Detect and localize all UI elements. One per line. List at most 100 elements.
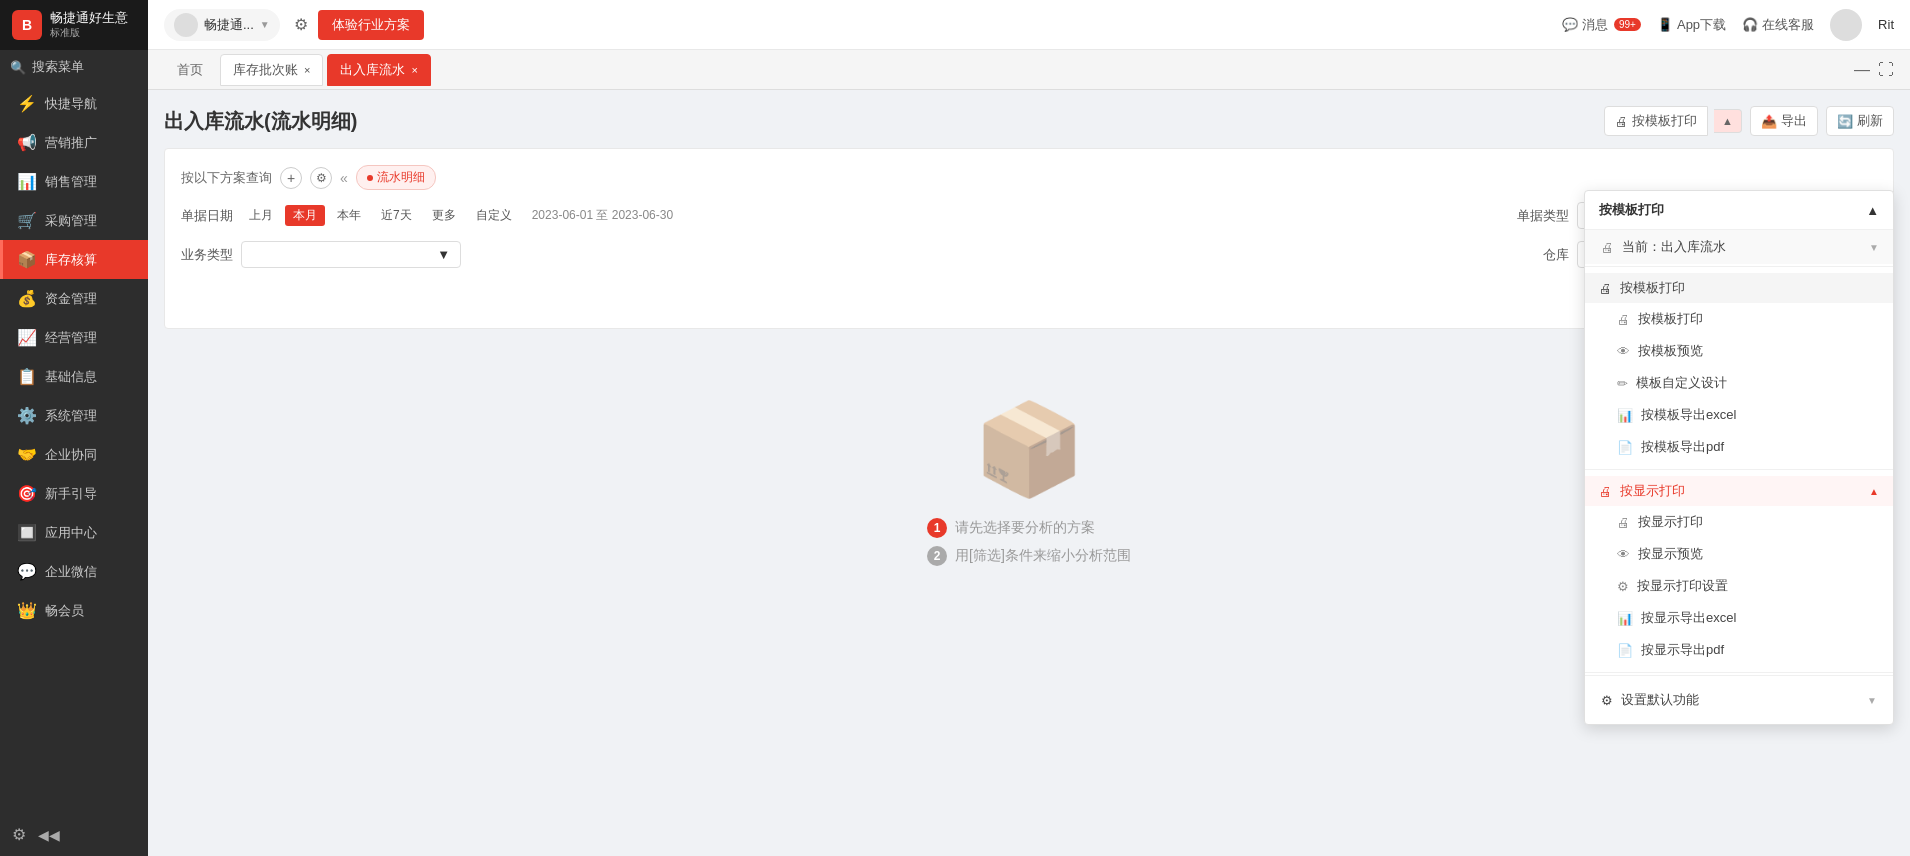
current-template-label: 当前：出入库流水: [1622, 238, 1726, 256]
date-shortcut-last-month[interactable]: 上月: [241, 205, 281, 226]
app-download-button[interactable]: 📱 App下载: [1657, 16, 1726, 34]
app-title-area: 畅捷通好生意 标准版: [50, 10, 128, 41]
tab-home[interactable]: 首页: [164, 54, 216, 86]
set-default-icon: ⚙: [1601, 693, 1613, 708]
sidebar-item-app-center[interactable]: 🔲 应用中心: [0, 513, 148, 552]
template-section-label: 按模板打印: [1620, 279, 1685, 297]
sidebar-search-item[interactable]: 🔍 搜索菜单: [0, 50, 148, 84]
export-icon: 📤: [1761, 114, 1777, 129]
filter-date-field: 单据日期 上月 本月 本年 近7天 更多 自定义 2023-06-01 至 20…: [181, 205, 673, 226]
print-template-dropdown-button[interactable]: ▲: [1714, 109, 1742, 133]
marketing-icon: 📢: [17, 133, 37, 152]
sidebar-item-marketing[interactable]: 📢 营销推广: [0, 123, 148, 162]
user-name: 畅捷通...: [204, 16, 254, 34]
user-avatar[interactable]: [1830, 9, 1862, 41]
dropdown-item-display-preview[interactable]: 👁 按显示预览: [1585, 538, 1893, 570]
sidebar-item-label: 畅会员: [45, 602, 84, 620]
sidebar-item-finance[interactable]: 💰 资金管理: [0, 279, 148, 318]
sidebar-item-inventory[interactable]: 📦 库存核算: [0, 240, 148, 279]
set-default-arrow: ▼: [1867, 695, 1877, 706]
print-template-area: 🖨 按模板打印 ▲: [1604, 106, 1742, 136]
refresh-button[interactable]: 🔄 刷新: [1826, 106, 1894, 136]
filter-tag-dot: [367, 175, 373, 181]
user-selector[interactable]: 畅捷通... ▼: [164, 9, 280, 41]
messages-label: 消息: [1582, 16, 1608, 34]
dropdown-item-template-pdf[interactable]: 📄 按模板导出pdf: [1585, 431, 1893, 463]
export-label: 导出: [1781, 112, 1807, 130]
dropdown-item-template-excel[interactable]: 📊 按模板导出excel: [1585, 399, 1893, 431]
sidebar-collapse-icon[interactable]: ◀◀: [38, 827, 60, 843]
topbar-gear-icon[interactable]: ⚙: [294, 15, 308, 34]
display-preview-icon: 👁: [1617, 547, 1630, 562]
tab-minimize-button[interactable]: —: [1854, 61, 1870, 79]
filter-header: 按以下方案查询 + ⚙ « 流水明细: [181, 165, 1877, 190]
dropdown-set-default-button[interactable]: ⚙ 设置默认功能 ▼: [1599, 684, 1879, 716]
sidebar-item-label: 经营管理: [45, 329, 97, 347]
app-center-icon: 🔲: [17, 523, 37, 542]
purchase-icon: 🛒: [17, 211, 37, 230]
sidebar-item-label: 企业微信: [45, 563, 97, 581]
dropdown-item-display-print-settings[interactable]: ⚙ 按显示打印设置: [1585, 570, 1893, 602]
dropdown-item-template-preview[interactable]: 👁 按模板预览: [1585, 335, 1893, 367]
sidebar-item-vip[interactable]: 👑 畅会员: [0, 591, 148, 630]
industry-solution-button[interactable]: 体验行业方案: [318, 10, 424, 40]
filter-warehouse-label: 仓库: [1543, 246, 1569, 264]
filter-date-label: 单据日期: [181, 207, 233, 225]
filter-collapse-icon[interactable]: «: [340, 170, 348, 186]
set-default-label: 设置默认功能: [1621, 691, 1699, 709]
tab-inventory-flow-close[interactable]: ×: [411, 64, 417, 76]
refresh-icon: 🔄: [1837, 114, 1853, 129]
filter-add-button[interactable]: +: [280, 167, 302, 189]
empty-state-icon: 📦: [973, 397, 1085, 502]
tab-inventory-flow[interactable]: 出入库流水 ×: [327, 54, 430, 86]
tab-maximize-button[interactable]: ⛶: [1878, 61, 1894, 79]
date-range-display: 2023-06-01 至 2023-06-30: [532, 207, 673, 224]
sidebar-item-enterprise[interactable]: 🤝 企业协同: [0, 435, 148, 474]
date-shortcut-custom[interactable]: 自定义: [468, 205, 520, 226]
user-display-name: Rit: [1878, 17, 1894, 32]
step-2-number: 2: [927, 546, 947, 566]
dropdown-item-template-custom[interactable]: ✏ 模板自定义设计: [1585, 367, 1893, 399]
page-content: 出入库流水(流水明细) 🖨 按模板打印 ▲ 📤 导出 🔄: [148, 90, 1910, 856]
dropdown-current-template[interactable]: 🖨 当前：出入库流水 ▼: [1585, 230, 1893, 264]
sidebar-item-label: 新手引导: [45, 485, 97, 503]
customer-service-button[interactable]: 🎧 在线客服: [1742, 16, 1814, 34]
filter-business-type-select[interactable]: ▼: [241, 241, 461, 268]
print-template-button[interactable]: 🖨 按模板打印: [1604, 106, 1708, 136]
tabbar: 首页 库存批次账 × 出入库流水 × — ⛶: [148, 50, 1910, 90]
step-2-hint: 用[筛选]条件来缩小分析范围: [955, 547, 1131, 565]
tab-inventory-batch-close[interactable]: ×: [304, 64, 310, 76]
sidebar-item-wechat[interactable]: 💬 企业微信: [0, 552, 148, 591]
dropdown-item-template-print[interactable]: 🖨 按模板打印: [1585, 303, 1893, 335]
date-shortcut-more[interactable]: 更多: [424, 205, 464, 226]
filter-voucher-type-label: 单据类型: [1517, 207, 1569, 225]
display-section-label: 按显示打印: [1620, 482, 1685, 500]
sidebar-item-basic-info[interactable]: 📋 基础信息: [0, 357, 148, 396]
messages-button[interactable]: 💬 消息 99+: [1562, 16, 1641, 34]
app-subtitle: 标准版: [50, 26, 128, 40]
sidebar-item-guide[interactable]: 🎯 新手引导: [0, 474, 148, 513]
sidebar-item-operations[interactable]: 📈 经营管理: [0, 318, 148, 357]
topbar: 畅捷通... ▼ ⚙ 体验行业方案 💬 消息 99+ 📱 App下载 🎧 在线客…: [148, 0, 1910, 50]
dropdown-item-display-pdf[interactable]: 📄 按显示导出pdf: [1585, 634, 1893, 666]
sidebar-item-system[interactable]: ⚙️ 系统管理: [0, 396, 148, 435]
sidebar-item-quick-nav[interactable]: ⚡ 快捷导航: [0, 84, 148, 123]
app-download-icon: 📱: [1657, 17, 1673, 32]
date-shortcut-this-year[interactable]: 本年: [329, 205, 369, 226]
export-button[interactable]: 📤 导出: [1750, 106, 1818, 136]
sidebar-item-sales[interactable]: 📊 销售管理: [0, 162, 148, 201]
sidebar-item-label: 采购管理: [45, 212, 97, 230]
user-dropdown-icon: ▼: [260, 19, 270, 30]
quick-nav-icon: ⚡: [17, 94, 37, 113]
dropdown-item-display-print[interactable]: 🖨 按显示打印: [1585, 506, 1893, 538]
messages-badge: 99+: [1614, 18, 1641, 31]
main-area: 畅捷通... ▼ ⚙ 体验行业方案 💬 消息 99+ 📱 App下载 🎧 在线客…: [148, 0, 1910, 856]
dropdown-item-display-excel[interactable]: 📊 按显示导出excel: [1585, 602, 1893, 634]
messages-icon: 💬: [1562, 17, 1578, 32]
date-shortcut-7days[interactable]: 近7天: [373, 205, 420, 226]
sidebar-item-purchase[interactable]: 🛒 采购管理: [0, 201, 148, 240]
date-shortcut-this-month[interactable]: 本月: [285, 205, 325, 226]
tab-inventory-batch[interactable]: 库存批次账 ×: [220, 54, 323, 86]
filter-settings-button[interactable]: ⚙: [310, 167, 332, 189]
sidebar-settings-icon[interactable]: ⚙: [12, 825, 26, 844]
